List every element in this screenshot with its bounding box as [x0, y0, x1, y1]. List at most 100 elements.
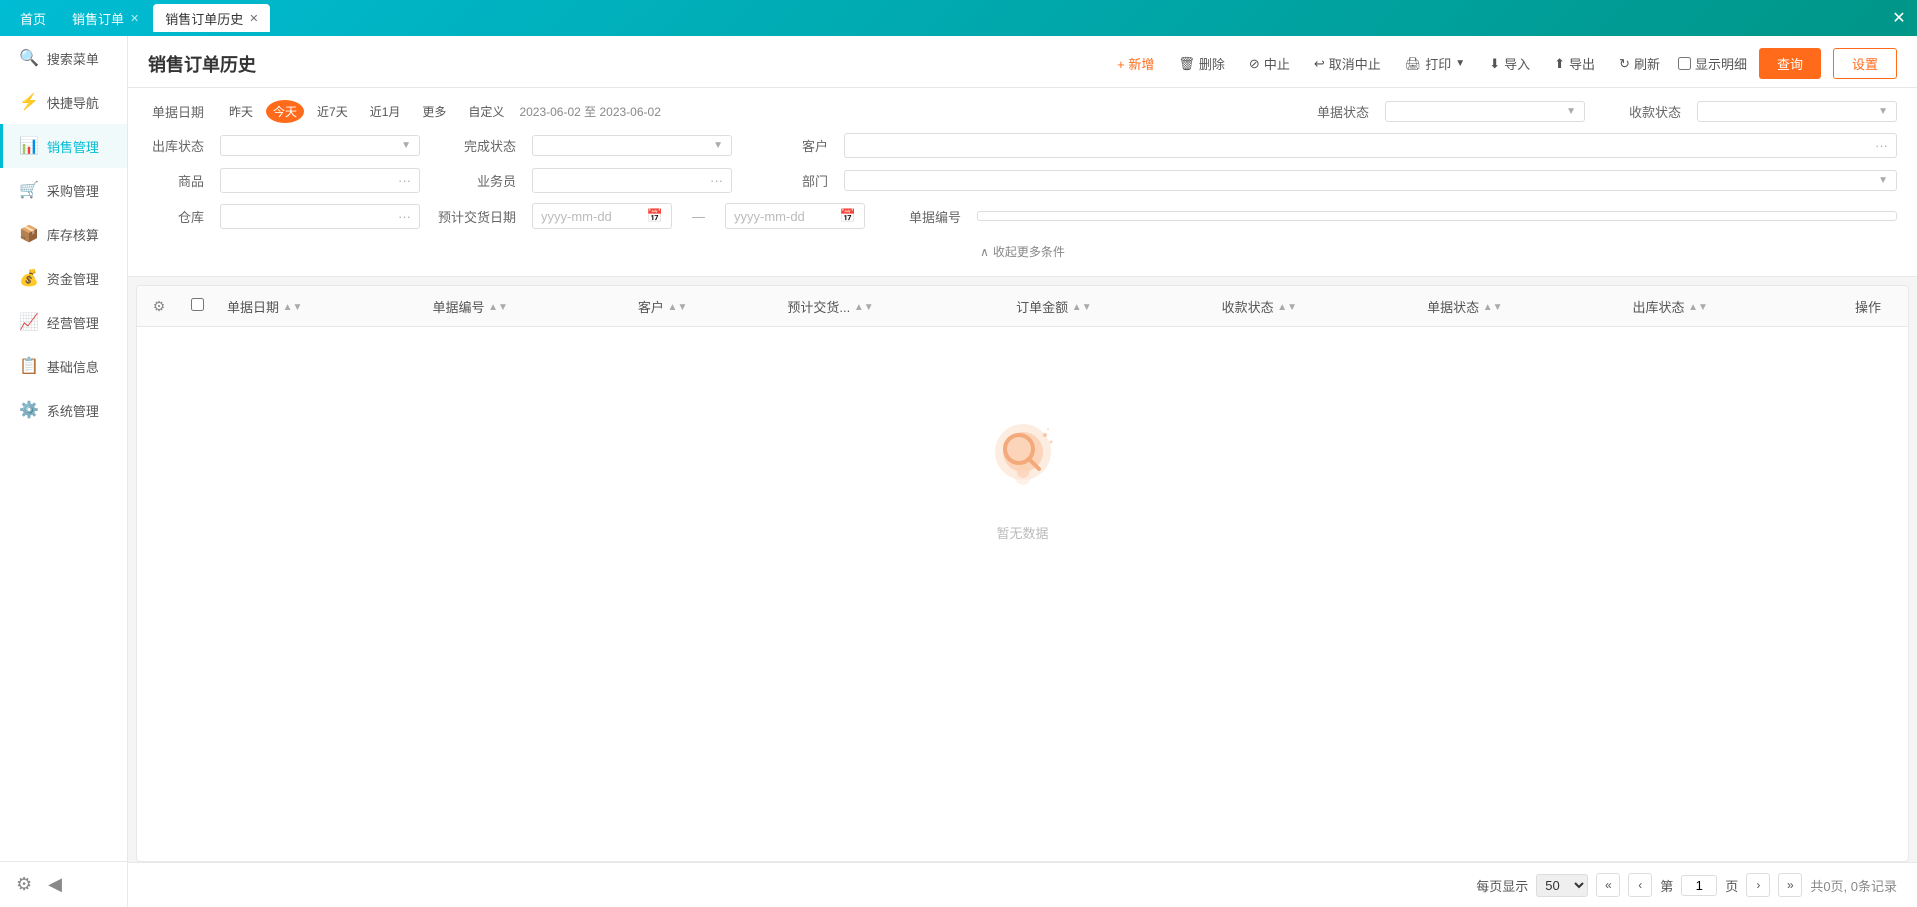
- goods-field[interactable]: ···: [220, 168, 420, 193]
- export-button[interactable]: ⬆ 导出: [1548, 50, 1601, 77]
- completion-status-select[interactable]: ▼: [532, 135, 732, 156]
- page-size-select[interactable]: 20 50 100: [1536, 874, 1588, 897]
- filter-row-2: 出库状态 ▼ 完成状态 ▼ 客户 ···: [148, 133, 1897, 158]
- date-btn-yesterday[interactable]: 昨天: [220, 100, 262, 123]
- order-status-label: 单据状态: [1289, 102, 1369, 121]
- sidebar-item-inventory[interactable]: 📦 库存核算: [0, 212, 127, 256]
- quick-nav-icon: ⚡: [19, 92, 39, 112]
- show-detail-checkbox[interactable]: 显示明细: [1678, 54, 1747, 73]
- sidebar-item-search-menu[interactable]: 🔍 搜索菜单: [0, 36, 127, 80]
- order-number-field[interactable]: [977, 211, 1897, 221]
- warehouse-field[interactable]: ···: [220, 204, 420, 229]
- import-button[interactable]: ⬇ 导入: [1483, 50, 1536, 77]
- sort-number-icon[interactable]: ▲▼: [488, 303, 508, 313]
- next-page-button[interactable]: ›: [1746, 873, 1770, 897]
- date-btn-custom[interactable]: 自定义: [459, 100, 513, 123]
- window-close-button[interactable]: ✕: [1889, 8, 1909, 28]
- sidebar-item-base-info[interactable]: 📋 基础信息: [0, 344, 127, 388]
- next-page-icon: ›: [1756, 878, 1760, 892]
- stop-button[interactable]: ⊘ 中止: [1243, 50, 1296, 77]
- customer-field[interactable]: ···: [844, 133, 1897, 158]
- new-button[interactable]: + 新增: [1111, 50, 1160, 77]
- sidebar-item-purchase[interactable]: 🛒 采购管理: [0, 168, 127, 212]
- expected-date-to[interactable]: yyyy-mm-dd 📅: [725, 203, 865, 229]
- finance-icon: 💰: [19, 268, 39, 288]
- sort-customer-icon[interactable]: ▲▼: [668, 303, 688, 313]
- last-page-button[interactable]: »: [1778, 873, 1802, 897]
- refresh-button-label: 刷新: [1634, 54, 1660, 73]
- tab-sales-order-history[interactable]: 销售订单历史 ✕: [153, 4, 270, 32]
- tab-sales-order-history-close[interactable]: ✕: [249, 12, 258, 25]
- salesperson-field[interactable]: ···: [532, 168, 732, 193]
- sidebar-item-system[interactable]: ⚙️ 系统管理: [0, 388, 127, 432]
- order-status-select[interactable]: ▼: [1385, 101, 1585, 122]
- inventory-icon: 📦: [19, 224, 39, 244]
- settings-bottom-icon[interactable]: ⚙: [16, 874, 32, 895]
- sidebar-item-sales[interactable]: 📊 销售管理: [0, 124, 127, 168]
- pagination-bar: 每页显示 20 50 100 « ‹ 第 页 › » 共0页, 0条记录: [128, 862, 1917, 907]
- tab-home-label: 首页: [20, 9, 46, 28]
- order-number-label: 单据编号: [881, 207, 961, 226]
- delivery-status-chevron: ▼: [401, 140, 411, 151]
- sort-amount-icon[interactable]: ▲▼: [1072, 303, 1092, 313]
- filter-row-4: 仓库 ··· 预计交货日期 yyyy-mm-dd 📅 — yyyy-mm-dd …: [148, 203, 1897, 229]
- col-number: 单据编号 ▲▼: [422, 286, 627, 327]
- sidebar-item-base-info-label: 基础信息: [47, 357, 99, 376]
- refresh-button[interactable]: ↻ 刷新: [1613, 50, 1666, 77]
- show-detail-input[interactable]: [1678, 57, 1691, 70]
- date-btn-today[interactable]: 今天: [266, 100, 304, 123]
- delete-button[interactable]: 🗑 删除: [1172, 50, 1231, 77]
- print-icon: 🖨: [1405, 56, 1422, 72]
- new-button-label: + 新增: [1117, 54, 1154, 73]
- payment-status-label: 收款状态: [1601, 102, 1681, 121]
- delete-icon: 🗑: [1178, 56, 1195, 72]
- sort-order-status-icon[interactable]: ▲▼: [1483, 303, 1503, 313]
- department-select[interactable]: ▼: [844, 170, 1897, 191]
- date-btn-7days[interactable]: 近7天: [308, 100, 357, 123]
- purchase-icon: 🛒: [19, 180, 39, 200]
- sort-delivery-icon[interactable]: ▲▼: [1688, 303, 1708, 313]
- last-page-icon: »: [1787, 878, 1794, 892]
- date-filter-value: 昨天 今天 近7天 近1月 更多 自定义 2023-06-02 至 2023-0…: [220, 100, 1273, 123]
- expected-date-from[interactable]: yyyy-mm-dd 📅: [532, 203, 672, 229]
- sidebar-item-operation[interactable]: 📈 经营管理: [0, 300, 127, 344]
- page-number-input[interactable]: [1681, 875, 1717, 896]
- query-button[interactable]: 查询: [1759, 48, 1821, 79]
- customer-dots-icon: ···: [1875, 138, 1888, 153]
- prev-page-button[interactable]: ‹: [1628, 873, 1652, 897]
- first-page-button[interactable]: «: [1596, 873, 1620, 897]
- refresh-icon: ↻: [1619, 56, 1630, 72]
- print-button[interactable]: 🖨 打印 ▼: [1399, 50, 1471, 77]
- expected-date-label: 预计交货日期: [436, 207, 516, 226]
- settings-button[interactable]: 设置: [1833, 48, 1897, 79]
- data-table: ⚙ 单据日期 ▲▼ 单据编号 ▲▼: [137, 286, 1908, 327]
- filter-area: 单据日期 昨天 今天 近7天 近1月 更多 自定义 2023-06-02 至 2…: [128, 88, 1917, 277]
- delete-button-label: 删除: [1199, 54, 1225, 73]
- collapse-sidebar-icon[interactable]: ◀: [48, 874, 62, 895]
- tab-sales-order-label: 销售订单: [72, 9, 124, 28]
- tab-sales-order-close[interactable]: ✕: [130, 12, 139, 25]
- sidebar-item-finance[interactable]: 💰 资金管理: [0, 256, 127, 300]
- column-settings-button[interactable]: ⚙: [147, 294, 171, 318]
- order-status-chevron: ▼: [1566, 106, 1576, 117]
- sidebar-item-quick-nav[interactable]: ⚡ 快捷导航: [0, 80, 127, 124]
- department-label: 部门: [748, 171, 828, 190]
- select-all-checkbox[interactable]: [191, 298, 204, 311]
- sidebar-item-search-menu-label: 搜索菜单: [47, 49, 99, 68]
- sort-payment-icon[interactable]: ▲▼: [1277, 303, 1297, 313]
- tab-sales-order[interactable]: 销售订单 ✕: [60, 4, 151, 32]
- tab-home[interactable]: 首页: [8, 4, 58, 32]
- cancel-stop-button[interactable]: ↩ 取消中止: [1308, 50, 1387, 77]
- calendar-to-icon: 📅: [840, 208, 856, 224]
- sort-expected-icon[interactable]: ▲▼: [854, 303, 874, 313]
- date-btn-1month[interactable]: 近1月: [361, 100, 410, 123]
- delivery-status-select[interactable]: ▼: [220, 135, 420, 156]
- completion-status-chevron: ▼: [713, 140, 723, 151]
- payment-status-select[interactable]: ▼: [1697, 101, 1897, 122]
- goods-dots-icon: ···: [398, 173, 411, 188]
- expected-date-from-placeholder: yyyy-mm-dd: [541, 209, 612, 224]
- sort-date-icon[interactable]: ▲▼: [283, 303, 303, 313]
- stop-icon: ⊘: [1249, 56, 1260, 72]
- collapse-bar[interactable]: ∧ 收起更多条件: [148, 239, 1897, 264]
- date-btn-more[interactable]: 更多: [413, 100, 455, 123]
